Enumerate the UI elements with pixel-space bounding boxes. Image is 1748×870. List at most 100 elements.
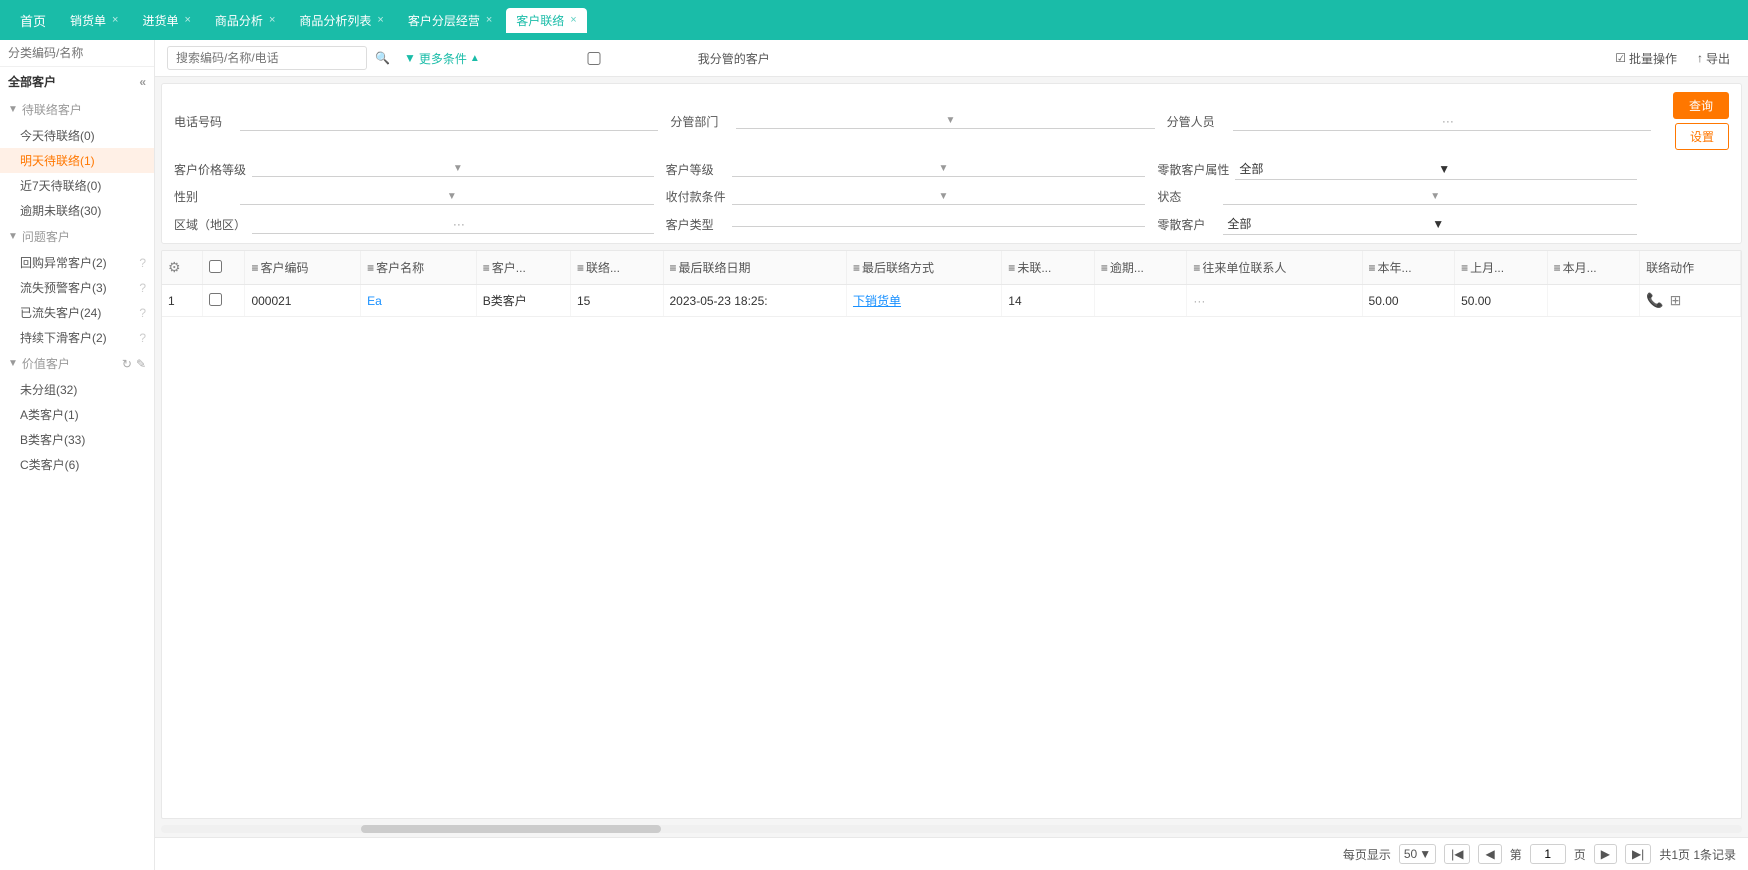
sidebar-item-overdue-contact[interactable]: 逾期未联络(30) bbox=[0, 198, 154, 223]
group-pending-contact[interactable]: ▼ 待联络客户 bbox=[0, 96, 154, 123]
search-button-icon[interactable]: 🔍 bbox=[375, 51, 390, 65]
select-all-checkbox[interactable] bbox=[209, 260, 222, 273]
close-tab-2-icon[interactable]: × bbox=[269, 14, 275, 26]
table-header-row: ⚙ ≡客户编码 ≡客户名称 ≡客户... ≡联络... ≡最后联络日期 ≡最后联… bbox=[162, 251, 1741, 285]
cell-this-month bbox=[1547, 285, 1640, 317]
payment-select[interactable]: ▼ bbox=[732, 189, 1146, 205]
group-problem-triangle: ▼ bbox=[8, 231, 18, 242]
all-customers-header[interactable]: 全部客户 « bbox=[0, 67, 154, 96]
status-select[interactable]: ▼ bbox=[1223, 189, 1637, 205]
last-page-btn[interactable]: ▶| bbox=[1625, 844, 1651, 864]
customer-type-select[interactable] bbox=[732, 222, 1146, 227]
close-tab-1-icon[interactable]: × bbox=[184, 14, 190, 26]
batch-operation-btn[interactable]: ☑ 批量操作 bbox=[1609, 48, 1683, 69]
manager-select[interactable]: ··· bbox=[1233, 112, 1651, 131]
phone-input[interactable] bbox=[244, 114, 654, 128]
dept-chevron-icon: ▼ bbox=[946, 115, 1151, 126]
th-actions: 联络动作 bbox=[1640, 251, 1741, 285]
region-select[interactable]: ··· bbox=[252, 215, 654, 234]
nav-tab-0[interactable]: 销货单 × bbox=[60, 8, 128, 33]
sidebar-item-class-b[interactable]: B类客户(33) bbox=[0, 427, 154, 452]
search-input[interactable] bbox=[167, 46, 367, 70]
export-btn[interactable]: ↑ 导出 bbox=[1691, 48, 1736, 69]
advanced-filter-panel: 电话号码 分管部门 ▼ 分管人员 ··· bbox=[161, 83, 1742, 244]
nav-tab-2[interactable]: 商品分析 × bbox=[205, 8, 285, 33]
row-checkbox[interactable] bbox=[209, 293, 222, 306]
sidebar-search-input[interactable] bbox=[8, 46, 155, 60]
nav-tab-3[interactable]: 商品分析列表 × bbox=[289, 8, 393, 33]
cell-overdue bbox=[1094, 285, 1187, 317]
group-value-customers[interactable]: ▼ 价值客户 ↻ ✎ bbox=[0, 350, 154, 377]
sidebar-item-7day-pending[interactable]: 近7天待联络(0) bbox=[0, 173, 154, 198]
group-problem-customers[interactable]: ▼ 问题客户 bbox=[0, 223, 154, 250]
prev-page-btn[interactable]: ◀ bbox=[1478, 844, 1501, 864]
horizontal-scrollbar[interactable] bbox=[161, 825, 1742, 833]
more-conditions-btn[interactable]: ▼ 更多条件 ▲ bbox=[398, 48, 486, 69]
sidebar-item-churn-warning[interactable]: 流失预警客户(3)? bbox=[0, 275, 154, 300]
sidebar-item-ungrouped[interactable]: 未分组(32) bbox=[0, 377, 154, 402]
cell-last-method: 下销货单 bbox=[846, 285, 1001, 317]
gender-chevron-icon: ▼ bbox=[447, 191, 650, 202]
close-tab-4-icon[interactable]: × bbox=[486, 14, 492, 26]
gender-select[interactable]: ▼ bbox=[240, 189, 654, 205]
last-method-link[interactable]: 下销货单 bbox=[853, 294, 901, 308]
manager-dots-icon[interactable]: ··· bbox=[1442, 114, 1647, 128]
edit-icon[interactable]: ✎ bbox=[136, 357, 146, 371]
sidebar-item-tomorrow-pending[interactable]: 明天待联络(1) bbox=[0, 148, 154, 173]
sidebar-item-repurchase-anomaly[interactable]: 回购异常客户(2)? bbox=[0, 250, 154, 275]
retail-attr-select[interactable]: 全部 ▼ bbox=[1235, 158, 1637, 180]
batch-icon: ☑ bbox=[1615, 51, 1626, 65]
payment-chevron-icon: ▼ bbox=[939, 191, 1142, 202]
status-chevron-icon: ▼ bbox=[1430, 191, 1633, 202]
nav-home[interactable]: 首页 bbox=[10, 7, 56, 34]
nav-tab-5[interactable]: 客户联络 × bbox=[506, 8, 586, 33]
page-size-chevron-icon: ▼ bbox=[1419, 847, 1431, 861]
set-button[interactable]: 设置 bbox=[1675, 123, 1729, 150]
sidebar-item-today-pending[interactable]: 今天待联络(0) bbox=[0, 123, 154, 148]
customer-level-select[interactable]: ▼ bbox=[732, 161, 1146, 177]
next-page-btn[interactable]: ▶ bbox=[1594, 844, 1617, 864]
sidebar-item-class-a[interactable]: A类客户(1) bbox=[0, 402, 154, 427]
cell-type: B类客户 bbox=[476, 285, 570, 317]
sidebar: 🔍 全部客户 « ▼ 待联络客户 今天待联络(0) 明天待联络(1) 近7天待联… bbox=[0, 40, 155, 870]
region-dots-icon[interactable]: ··· bbox=[453, 217, 650, 231]
dept-select[interactable]: ▼ bbox=[736, 113, 1154, 129]
all-customers-label: 全部客户 bbox=[8, 73, 56, 90]
grid-icon[interactable]: ⊞ bbox=[1670, 292, 1682, 309]
close-tab-3-icon[interactable]: × bbox=[377, 14, 383, 26]
sidebar-item-churned[interactable]: 已流失客户(24)? bbox=[0, 300, 154, 325]
scrollbar-thumb[interactable] bbox=[361, 825, 661, 833]
my-customers-checkbox[interactable] bbox=[494, 52, 694, 65]
nav-tab-1[interactable]: 进货单 × bbox=[132, 8, 200, 33]
price-level-chevron-icon: ▼ bbox=[453, 163, 650, 174]
sidebar-item-declining[interactable]: 持续下滑客户(2)? bbox=[0, 325, 154, 350]
th-last-contact-method: ≡最后联络方式 bbox=[846, 251, 1001, 285]
call-icon[interactable]: 📞 bbox=[1646, 292, 1663, 309]
sidebar-search-container: 🔍 bbox=[0, 40, 154, 67]
nav-tab-4[interactable]: 客户分层经营 × bbox=[398, 8, 502, 33]
th-code: ≡客户编码 bbox=[245, 251, 361, 285]
price-level-select[interactable]: ▼ bbox=[252, 161, 654, 177]
th-contact-person: ≡往来单位联系人 bbox=[1187, 251, 1362, 285]
region-label: 区域（地区） bbox=[174, 216, 246, 233]
close-tab-5-icon[interactable]: × bbox=[570, 14, 576, 26]
filter-customer-type: 客户类型 bbox=[666, 216, 1146, 233]
page-size-select[interactable]: 50 ▼ bbox=[1399, 844, 1436, 864]
retail-customer-select[interactable]: 全部 ▼ bbox=[1223, 213, 1637, 235]
refresh-icon[interactable]: ↻ bbox=[122, 357, 132, 371]
customer-type-label: 客户类型 bbox=[666, 216, 726, 233]
chevron-up-icon: ▲ bbox=[470, 53, 480, 64]
th-checkbox bbox=[202, 251, 245, 285]
collapse-icon[interactable]: « bbox=[139, 75, 146, 89]
filter-customer-level: 客户等级 ▼ bbox=[666, 161, 1146, 178]
close-tab-0-icon[interactable]: × bbox=[112, 14, 118, 26]
gear-settings-icon[interactable]: ⚙ bbox=[168, 259, 181, 275]
filter-status: 状态 ▼ bbox=[1157, 188, 1637, 205]
cell-code: 000021 bbox=[245, 285, 361, 317]
query-button[interactable]: 查询 bbox=[1673, 92, 1729, 119]
first-page-btn[interactable]: |◀ bbox=[1444, 844, 1470, 864]
page-number-input[interactable] bbox=[1530, 844, 1566, 864]
customer-level-label: 客户等级 bbox=[666, 161, 726, 178]
cell-name[interactable]: Ea bbox=[361, 285, 477, 317]
sidebar-item-class-c[interactable]: C类客户(6) bbox=[0, 452, 154, 477]
